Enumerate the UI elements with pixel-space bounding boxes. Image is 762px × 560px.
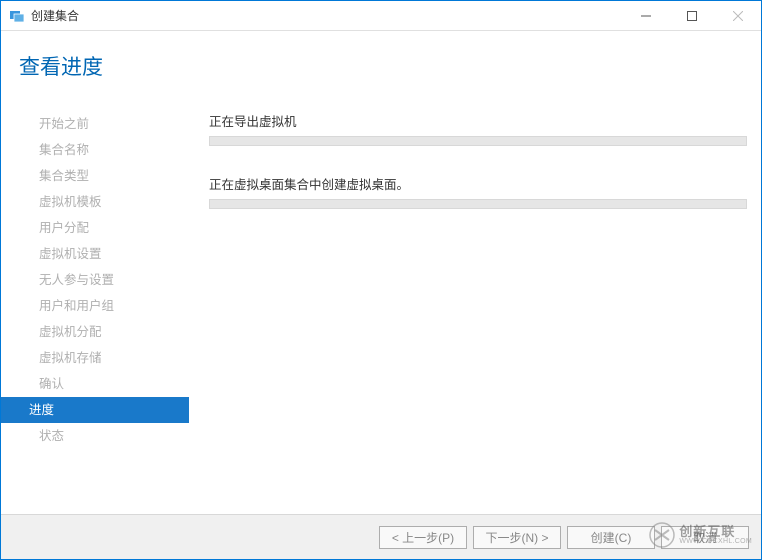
sidebar-item-before-start: 开始之前 bbox=[1, 111, 189, 137]
sidebar-item-status: 状态 bbox=[1, 423, 189, 449]
cancel-button[interactable]: 取消 bbox=[661, 526, 749, 549]
prev-button[interactable]: < 上一步(P) bbox=[379, 526, 467, 549]
close-button[interactable] bbox=[715, 1, 761, 31]
create-button[interactable]: 创建(C) bbox=[567, 526, 655, 549]
window-title: 创建集合 bbox=[31, 7, 79, 24]
main-panel: 正在导出虚拟机 正在虚拟桌面集合中创建虚拟桌面。 bbox=[189, 111, 761, 514]
titlebar: 创建集合 bbox=[1, 1, 761, 31]
progress-label-export: 正在导出虚拟机 bbox=[209, 111, 747, 130]
progress-bar-create bbox=[209, 199, 747, 209]
progress-block-export: 正在导出虚拟机 bbox=[209, 111, 747, 146]
progress-block-create: 正在虚拟桌面集合中创建虚拟桌面。 bbox=[209, 174, 747, 209]
sidebar-item-confirm: 确认 bbox=[1, 371, 189, 397]
sidebar-item-vm-storage: 虚拟机存储 bbox=[1, 345, 189, 371]
footer: < 上一步(P) 下一步(N) > 创建(C) 取消 bbox=[1, 514, 761, 559]
sidebar-item-collection-name: 集合名称 bbox=[1, 137, 189, 163]
wizard-window: 创建集合 查看进度 开始之前 集合名称 集合类型 虚拟机模板 用户分配 虚拟机设… bbox=[0, 0, 762, 560]
sidebar-item-user-assignment: 用户分配 bbox=[1, 215, 189, 241]
progress-bar-export bbox=[209, 136, 747, 146]
body: 开始之前 集合名称 集合类型 虚拟机模板 用户分配 虚拟机设置 无人参与设置 用… bbox=[1, 111, 761, 514]
next-button[interactable]: 下一步(N) > bbox=[473, 526, 561, 549]
content: 查看进度 开始之前 集合名称 集合类型 虚拟机模板 用户分配 虚拟机设置 无人参… bbox=[1, 31, 761, 514]
sidebar-item-collection-type: 集合类型 bbox=[1, 163, 189, 189]
app-icon bbox=[9, 8, 25, 24]
maximize-button[interactable] bbox=[669, 1, 715, 31]
sidebar-item-vm-settings: 虚拟机设置 bbox=[1, 241, 189, 267]
progress-label-create: 正在虚拟桌面集合中创建虚拟桌面。 bbox=[209, 174, 747, 193]
sidebar-item-users-groups: 用户和用户组 bbox=[1, 293, 189, 319]
sidebar-item-progress: 进度 bbox=[1, 397, 189, 423]
minimize-button[interactable] bbox=[623, 1, 669, 31]
sidebar: 开始之前 集合名称 集合类型 虚拟机模板 用户分配 虚拟机设置 无人参与设置 用… bbox=[1, 111, 189, 514]
sidebar-item-vm-template: 虚拟机模板 bbox=[1, 189, 189, 215]
sidebar-item-vm-assignment: 虚拟机分配 bbox=[1, 319, 189, 345]
sidebar-item-unattended-settings: 无人参与设置 bbox=[1, 267, 189, 293]
page-title: 查看进度 bbox=[1, 51, 761, 81]
